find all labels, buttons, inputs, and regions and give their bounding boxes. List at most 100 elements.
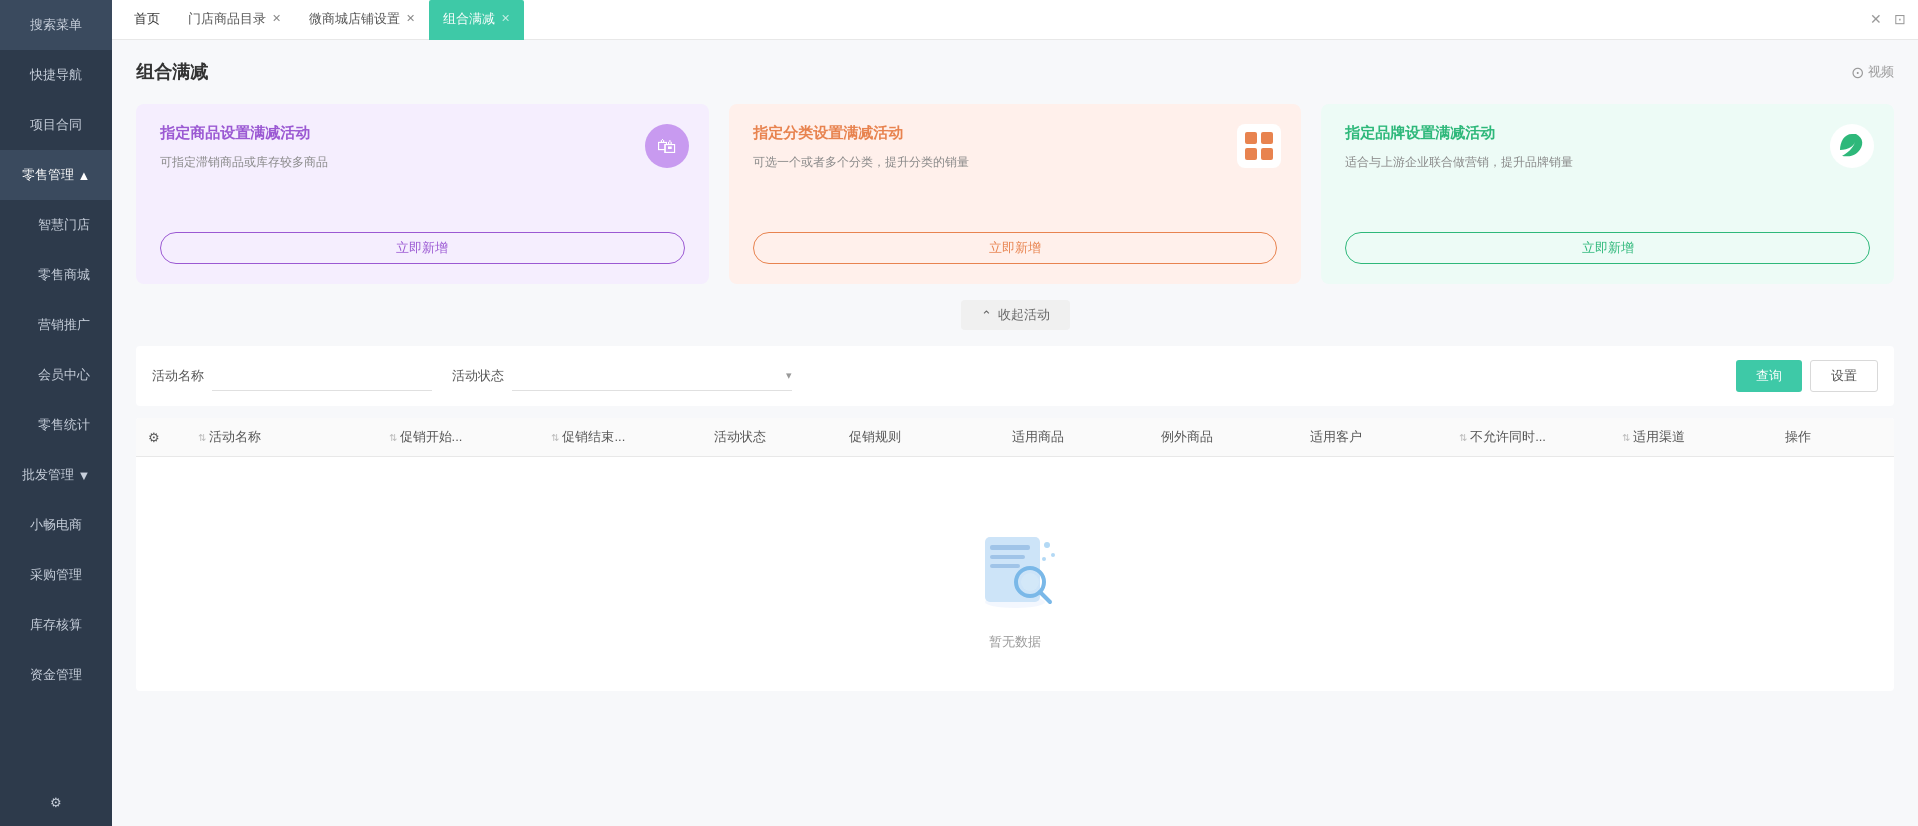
play-circle-icon: ⊙ [1851,63,1864,82]
settings-icon[interactable]: ⚙ [148,430,160,445]
th-nodup-label: 不允许同时... [1470,428,1546,446]
svg-rect-6 [990,545,1030,550]
th-channel: ⇅ 适用渠道 [1610,428,1773,446]
chevron-down-icon: ▾ [786,369,792,382]
th-except: 例外商品 [1149,428,1298,446]
arrow-down-icon: ▼ [78,468,91,483]
sidebar-item-retail-mgmt[interactable]: 零售管理 ▲ [0,150,112,200]
tab-product-catalog-close[interactable]: ✕ [272,12,281,25]
sort-icon-channel[interactable]: ⇅ [1622,432,1630,443]
sidebar-label-search: 搜索菜单 [30,17,82,32]
sort-icon-nodup[interactable]: ⇅ [1459,432,1467,443]
th-channel-label: 适用渠道 [1633,428,1685,446]
svg-point-13 [1051,553,1055,557]
th-rule: 促销规则 [837,428,1000,446]
tab-bar: 首页 门店商品目录 ✕ 微商城店铺设置 ✕ 组合满减 ✕ ✕ ⊡ [112,0,1918,40]
window-maximize-button[interactable]: ⊡ [1894,12,1910,28]
svg-rect-7 [990,555,1025,559]
sidebar-item-xiaochang[interactable]: 小畅电商 [0,500,112,550]
tab-wechat-shop-label: 微商城店铺设置 [309,10,400,28]
table-header: ⚙ ⇅ 活动名称 ⇅ 促销开始... ⇅ 促销结束... 活动状态 [136,418,1894,457]
window-close-button[interactable]: ✕ [1870,12,1886,28]
card-by-brand-title: 指定品牌设置满减活动 [1345,124,1870,143]
th-end-label: 促销结束... [562,428,625,446]
sidebar-label-retail-mall: 零售商城 [38,267,90,282]
svg-rect-1 [1261,132,1273,144]
th-gear: ⚙ [136,430,186,445]
card-by-product-btn[interactable]: 立即新增 [160,232,685,264]
video-button[interactable]: ⊙ 视频 [1851,63,1894,82]
th-start: ⇅ 促销开始... [377,428,540,446]
card-by-brand-desc: 适合与上游企业联合做营销，提升品牌销量 [1345,153,1870,216]
th-except-label: 例外商品 [1161,428,1213,446]
collapse-bar: ⌃ 收起活动 [136,300,1894,330]
window-controls: ✕ ⊡ [1870,12,1910,28]
empty-text: 暂无数据 [989,633,1041,651]
th-customer: 适用客户 [1298,428,1447,446]
sort-icon-name[interactable]: ⇅ [198,432,206,443]
sidebar-item-quick-nav[interactable]: 快捷导航 [0,50,112,100]
sort-icon-end[interactable]: ⇅ [551,432,559,443]
filter-activity-name: 活动名称 [152,361,432,391]
sidebar-item-purchase[interactable]: 采购管理 [0,550,112,600]
filter-activity-name-label: 活动名称 [152,367,204,385]
card-by-brand-btn[interactable]: 立即新增 [1345,232,1870,264]
sidebar-item-search[interactable]: 搜索菜单 [0,0,112,50]
tab-combo-discount-close[interactable]: ✕ [501,12,510,25]
arrow-icon: ▲ [78,168,91,183]
query-button[interactable]: 查询 [1736,360,1802,392]
th-status-label: 活动状态 [714,428,766,446]
sidebar-label-quick-nav: 快捷导航 [30,67,82,82]
gear-icon: ⚙ [50,795,62,810]
tab-combo-discount[interactable]: 组合满减 ✕ [429,0,524,40]
collapse-up-icon: ⌃ [981,308,992,323]
card-by-product: 指定商品设置满减活动 🛍 可指定滞销商品或库存较多商品 立即新增 [136,104,709,284]
grid-icon [1243,130,1275,162]
filter-activity-status-label: 活动状态 [452,367,504,385]
leaf-icon [1836,130,1868,162]
collapse-btn-label: 收起活动 [998,306,1050,324]
activity-status-select[interactable]: ▾ [512,361,792,391]
tab-wechat-shop-close[interactable]: ✕ [406,12,415,25]
sidebar-item-marketing[interactable]: 营销推广 [0,300,112,350]
card-by-product-icon: 🛍 [645,124,689,168]
empty-svg [965,517,1065,617]
empty-state: 暂无数据 [136,457,1894,691]
sidebar-item-finance[interactable]: 资金管理 [0,650,112,700]
svg-point-14 [1042,557,1046,561]
tab-home[interactable]: 首页 [120,0,174,40]
th-op: 操作 [1773,428,1894,446]
tab-wechat-shop[interactable]: 微商城店铺设置 ✕ [295,0,429,40]
th-goods: 适用商品 [1000,428,1149,446]
collapse-button[interactable]: ⌃ 收起活动 [961,300,1070,330]
sidebar-label-marketing: 营销推广 [38,317,90,332]
sidebar-item-wholesale[interactable]: 批发管理 ▼ [0,450,112,500]
sidebar-item-project-contract[interactable]: 项目合同 [0,100,112,150]
activity-name-input[interactable] [212,361,432,391]
sidebar-item-inventory[interactable]: 库存核算 [0,600,112,650]
sidebar-item-members[interactable]: 会员中心 [0,350,112,400]
th-nodup: ⇅ 不允许同时... [1447,428,1610,446]
sidebar-settings-button[interactable]: ⚙ [0,779,112,826]
svg-point-10 [1021,573,1039,591]
settings-button[interactable]: 设置 [1810,360,1878,392]
sidebar-label-retail-stats: 零售统计 [38,417,90,432]
sidebar-label-smart-store: 智慧门店 [38,217,90,232]
tab-product-catalog[interactable]: 门店商品目录 ✕ [174,0,295,40]
sidebar-label-inventory: 库存核算 [30,617,82,632]
card-by-category-btn[interactable]: 立即新增 [753,232,1278,264]
svg-point-12 [1044,542,1050,548]
sidebar-label-wholesale: 批发管理 [22,466,74,484]
card-by-brand: 指定品牌设置满减活动 适合与上游企业联合做营销，提升品牌销量 立即新增 [1321,104,1894,284]
sidebar-label-project-contract: 项目合同 [30,117,82,132]
empty-illustration [965,517,1065,617]
tab-combo-discount-label: 组合满减 [443,10,495,28]
sort-icon-start[interactable]: ⇅ [389,432,397,443]
sidebar-item-retail-stats[interactable]: 零售统计 [0,400,112,450]
sidebar-item-retail-mall[interactable]: 零售商城 [0,250,112,300]
th-goods-label: 适用商品 [1012,428,1064,446]
svg-rect-0 [1245,132,1257,144]
sidebar-item-smart-store[interactable]: 智慧门店 [0,200,112,250]
th-rule-label: 促销规则 [849,428,901,446]
th-customer-label: 适用客户 [1310,428,1362,446]
